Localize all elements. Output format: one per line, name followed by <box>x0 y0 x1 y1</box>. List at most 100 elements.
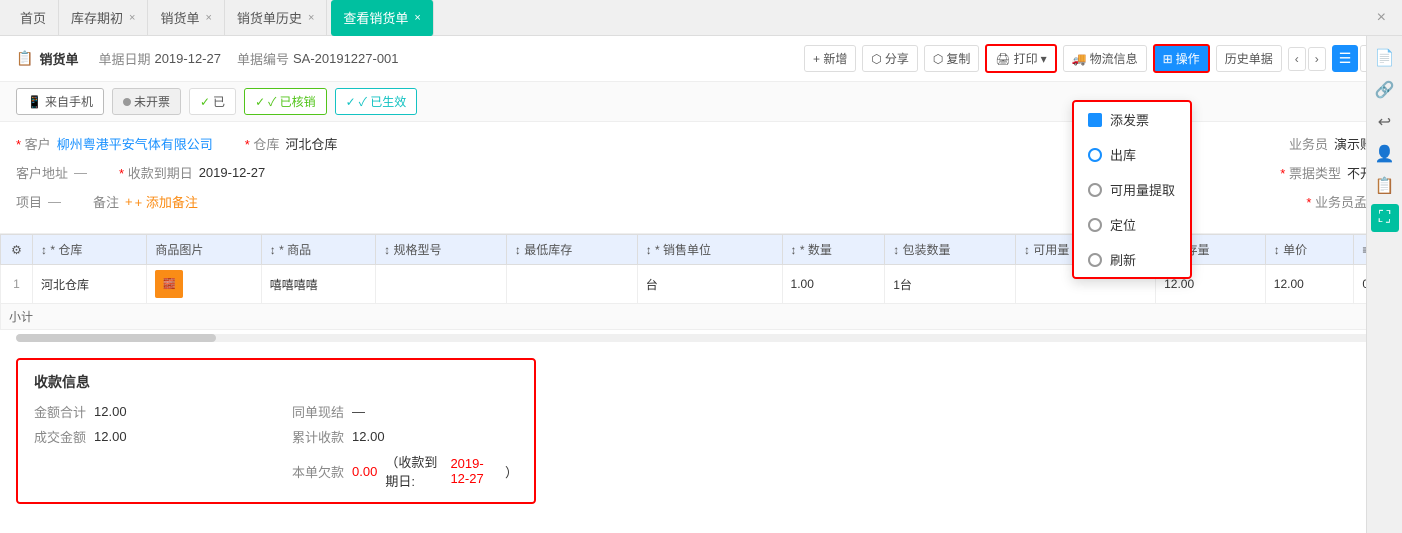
tab-view-sales[interactable]: 查看销货单 × <box>331 0 433 36</box>
outbound-item[interactable]: 出库 <box>1074 137 1190 172</box>
new-button[interactable]: + 新增 <box>804 45 856 72</box>
sidebar-reply-icon[interactable]: ↩ <box>1371 108 1399 136</box>
outbound-icon <box>1088 148 1102 162</box>
subtotal-row: 小计 <box>1 304 1402 330</box>
product-col-header: ↕ * 商品 <box>261 235 375 265</box>
phone-icon: 📱 <box>27 95 42 109</box>
print-button[interactable]: 🖨 打印 ▾ <box>985 44 1056 73</box>
not-opened-button[interactable]: 未开票 <box>112 88 181 115</box>
tab-inventory[interactable]: 库存期初 × <box>59 0 148 36</box>
effective-icon: ✓ <box>346 95 356 109</box>
price-col-header: ↕ 单价 <box>1265 235 1354 265</box>
row-unit: 台 <box>637 265 782 304</box>
scroll-area <box>16 334 1386 346</box>
list-view-toggle[interactable]: ☰ <box>1332 45 1359 72</box>
logistics-icon: 🚚 <box>1072 52 1087 66</box>
effective-button[interactable]: ✓ ✓ 已生效 <box>335 88 418 115</box>
tab-home[interactable]: 首页 <box>8 0 59 36</box>
payment-grid: 金额合计 12.00 同单现结 — 成交金额 12.00 累计收款 12.00 … <box>34 402 518 490</box>
number-field: 单据编号 SA-20191227-001 <box>237 49 399 68</box>
row-product: 嘻嘻嘻嘻 <box>261 265 375 304</box>
sidebar-doc-icon[interactable]: 📄 <box>1371 44 1399 72</box>
history-button[interactable]: 历史单据 <box>1216 45 1282 72</box>
add-note-button[interactable]: + + 添加备注 <box>125 192 198 211</box>
horizontal-scrollbar[interactable] <box>16 334 1386 342</box>
operations-dropdown: 添发票 出库 可用量提取 定位 刷新 <box>1072 100 1192 279</box>
operations-button[interactable]: ⊞ 操作 <box>1153 44 1210 73</box>
payment-title: 收款信息 <box>34 372 518 392</box>
settlement-row: 同单现结 — <box>292 402 518 421</box>
copy-button[interactable]: ⬡ 复制 <box>924 45 980 72</box>
date-field: 单据日期 2019-12-27 <box>98 49 221 68</box>
note-field: 备注 + + 添加备注 <box>93 192 198 211</box>
quantity-col-header: ↕ * 数量 <box>782 235 885 265</box>
check-button[interactable]: ✓ 已 <box>189 88 236 115</box>
from-phone-button[interactable]: 📱 来自手机 <box>16 88 104 115</box>
row-warehouse: 河北仓库 <box>33 265 147 304</box>
due-row: 本单欠款 0.00 （收款到期日: 2019-12-27 ） <box>292 452 518 490</box>
row-image: 🧱 <box>147 265 261 304</box>
share-icon: ⬡ <box>871 52 881 66</box>
due-value: 0.00 <box>352 464 377 479</box>
sidebar-user-icon[interactable]: 👤 <box>1371 140 1399 168</box>
check-icon: ✓ <box>200 95 210 109</box>
tab-sales[interactable]: 销货单 × <box>148 0 224 36</box>
payment-section: 收款信息 金额合计 12.00 同单现结 — 成交金额 12.00 累计收款 1… <box>16 358 536 504</box>
toolbar: + 新增 ⬡ 分享 ⬡ 复制 🖨 打印 ▾ 🚚 物流信息 ⊞ 操作 <box>804 44 1386 73</box>
close-sales-tab[interactable]: × <box>205 12 211 24</box>
add-invoice-item[interactable]: 添发票 <box>1074 102 1190 137</box>
sidebar-link-icon[interactable]: 🔗 <box>1371 76 1399 104</box>
refresh-item[interactable]: 刷新 <box>1074 242 1190 277</box>
sort-icon: ↕ <box>41 243 47 257</box>
available-qty-item[interactable]: 可用量提取 <box>1074 172 1190 207</box>
project-field: 项目 — <box>16 192 61 211</box>
close-history-tab[interactable]: × <box>308 12 314 24</box>
project-value: — <box>48 194 61 209</box>
address-value: — <box>74 165 87 180</box>
row-spec <box>376 265 507 304</box>
customer-value[interactable]: 柳州粤港平安气体有限公司 <box>57 134 213 153</box>
close-view-sales-tab[interactable]: × <box>414 12 420 24</box>
gray-dot-icon <box>123 98 131 106</box>
window-close-button[interactable]: × <box>1369 9 1394 26</box>
sort-icon-2: ↕ <box>270 243 276 257</box>
print-icon: 🖨 <box>995 52 1010 66</box>
row-pack-qty: 1台 <box>885 265 1016 304</box>
refresh-icon <box>1088 253 1102 267</box>
print-dropdown-arrow: ▾ <box>1041 52 1047 66</box>
total-row: 金额合计 12.00 <box>34 402 260 421</box>
due-date-value: 2019-12-27 <box>199 165 266 180</box>
share-button[interactable]: ⬡ 分享 <box>862 45 918 72</box>
locate-icon <box>1088 218 1102 232</box>
deal-value: 12.00 <box>94 429 127 444</box>
tab-sales-history[interactable]: 销货单历史 × <box>225 0 327 36</box>
sort-icon-4: ↕ <box>515 243 521 257</box>
next-button[interactable]: › <box>1308 47 1326 71</box>
verified-button[interactable]: ✓ ✓ 已核销 <box>244 88 327 115</box>
spec-col-header: ↕ 规格型号 <box>376 235 507 265</box>
doc-header: 📋 销货单 单据日期 2019-12-27 单据编号 SA-20191227-0… <box>0 36 1402 82</box>
prev-button[interactable]: ‹ <box>1288 47 1306 71</box>
customer-field: 客户 柳州粤港平安气体有限公司 <box>16 134 213 153</box>
row-min-stock <box>506 265 637 304</box>
total-value: 12.00 <box>94 404 127 419</box>
logistics-button[interactable]: 🚚 物流信息 <box>1063 45 1147 72</box>
pack-qty-col-header: ↕ 包装数量 <box>885 235 1016 265</box>
sidebar-clipboard-icon[interactable]: 📋 <box>1371 172 1399 200</box>
right-sidebar: 📄 🔗 ↩ 👤 📋 ⛶ <box>1366 36 1402 533</box>
due-date: 2019-12-27 <box>450 456 497 486</box>
row-number: 1 <box>1 265 33 304</box>
plus-icon: + <box>125 194 133 209</box>
verified-icon: ✓ <box>255 95 265 109</box>
sort-icon-10: ↕ <box>1274 243 1280 257</box>
settings-col-header[interactable]: ⚙ <box>1 235 33 265</box>
copy-icon: ⬡ <box>933 52 943 66</box>
due-date-field: 收款到期日 2019-12-27 <box>119 163 265 182</box>
locate-item[interactable]: 定位 <box>1074 207 1190 242</box>
warehouse-col-header: ↕ * 仓库 <box>33 235 147 265</box>
cumulative-value: 12.00 <box>352 429 385 444</box>
close-inventory-tab[interactable]: × <box>129 12 135 24</box>
sidebar-expand-icon[interactable]: ⛶ <box>1371 204 1399 232</box>
scroll-thumb[interactable] <box>16 334 216 342</box>
operations-icon: ⊞ <box>1163 52 1173 66</box>
